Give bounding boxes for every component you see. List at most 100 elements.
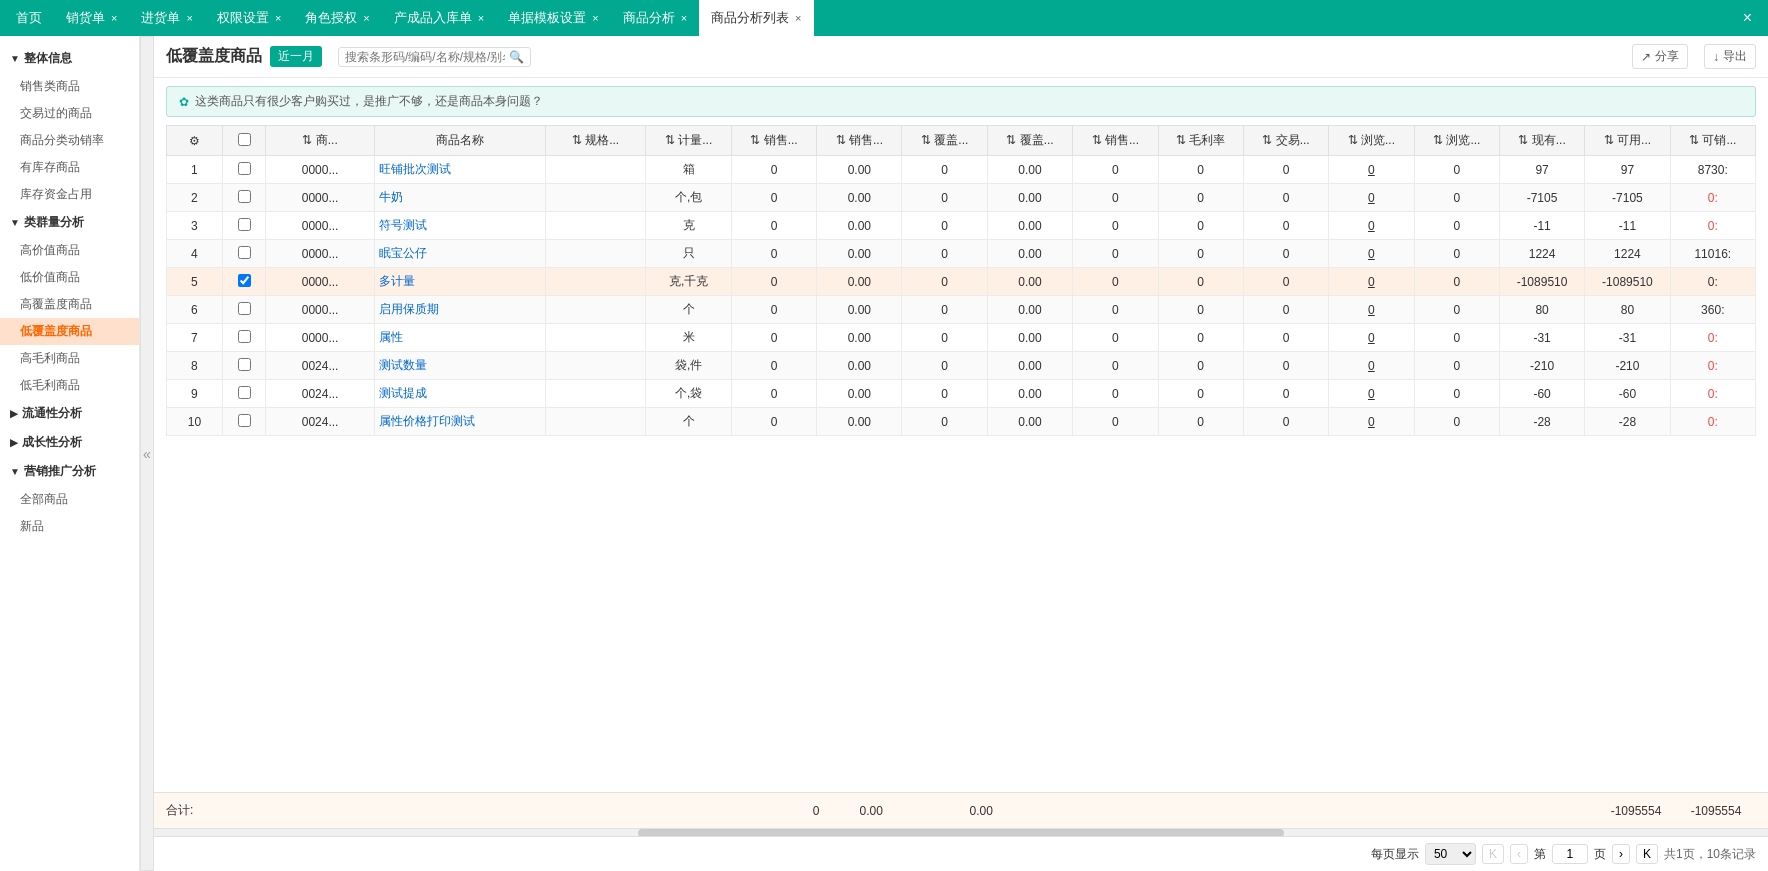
- page-number-input[interactable]: [1552, 844, 1588, 864]
- row-checkbox[interactable]: [238, 246, 251, 259]
- row-checkbox[interactable]: [238, 358, 251, 371]
- prev-first-button[interactable]: K: [1482, 844, 1504, 864]
- sidebar-group-overall[interactable]: ▼ 整体信息: [0, 44, 139, 73]
- th-trade-qty[interactable]: ⇅ 交易...: [1243, 126, 1328, 156]
- horizontal-scrollbar[interactable]: [154, 828, 1768, 836]
- cell-browse-link[interactable]: 0: [1329, 212, 1414, 240]
- select-all-checkbox[interactable]: [238, 133, 251, 146]
- th-cover-qty[interactable]: ⇅ 覆盖...: [902, 126, 987, 156]
- th-gross-rate[interactable]: ⇅ 毛利率: [1158, 126, 1243, 156]
- th-sales-days[interactable]: ⇅ 销售...: [1073, 126, 1158, 156]
- nav-goods-close[interactable]: ×: [681, 12, 687, 24]
- th-sales-qty[interactable]: ⇅ 销售...: [731, 126, 816, 156]
- th-saleable[interactable]: ⇅ 可销...: [1670, 126, 1755, 156]
- th-spec[interactable]: ⇅ 规格...: [545, 126, 646, 156]
- cell-name[interactable]: 启用保质期: [374, 296, 545, 324]
- th-name[interactable]: 商品名称: [374, 126, 545, 156]
- next-last-button[interactable]: K: [1636, 844, 1658, 864]
- nav-template-close[interactable]: ×: [592, 12, 598, 24]
- sidebar-item-stock-capital[interactable]: 库存资金占用: [0, 181, 139, 208]
- cell-name[interactable]: 符号测试: [374, 212, 545, 240]
- settings-icon[interactable]: ⚙: [189, 134, 200, 148]
- prev-button[interactable]: ‹: [1510, 844, 1528, 864]
- th-cover-rate[interactable]: ⇅ 覆盖...: [987, 126, 1072, 156]
- sidebar-group-liquidity[interactable]: ▶ 流通性分析: [0, 399, 139, 428]
- row-checkbox[interactable]: [238, 190, 251, 203]
- nav-purchase-order[interactable]: 进货单 ×: [129, 0, 204, 36]
- next-button[interactable]: ›: [1612, 844, 1630, 864]
- th-code[interactable]: ⇅ 商...: [266, 126, 375, 156]
- cell-browse-link[interactable]: 0: [1329, 296, 1414, 324]
- nav-home[interactable]: 首页: [4, 0, 54, 36]
- th-browse-num[interactable]: ⇅ 浏览...: [1414, 126, 1499, 156]
- cell-browse-link[interactable]: 0: [1329, 268, 1414, 296]
- sidebar-item-high-margin[interactable]: 高毛利商品: [0, 345, 139, 372]
- row-checkbox[interactable]: [238, 414, 251, 427]
- search-input[interactable]: [345, 50, 505, 64]
- sidebar-item-sales-goods[interactable]: 销售类商品: [0, 73, 139, 100]
- cell-browse-link[interactable]: 0: [1329, 408, 1414, 436]
- cell-name[interactable]: 属性价格打印测试: [374, 408, 545, 436]
- cell-browse-link[interactable]: 0: [1329, 380, 1414, 408]
- cell-name[interactable]: 测试提成: [374, 380, 545, 408]
- browse-link[interactable]: 0: [1368, 415, 1375, 429]
- sidebar-group-growth[interactable]: ▶ 成长性分析: [0, 428, 139, 457]
- cell-browse-link[interactable]: 0: [1329, 240, 1414, 268]
- th-stock[interactable]: ⇅ 现有...: [1499, 126, 1584, 156]
- nav-permission[interactable]: 权限设置 ×: [205, 0, 293, 36]
- cell-browse-link[interactable]: 0: [1329, 184, 1414, 212]
- sidebar-item-traded-goods[interactable]: 交易过的商品: [0, 100, 139, 127]
- cell-browse-link[interactable]: 0: [1329, 324, 1414, 352]
- sidebar-item-low-value[interactable]: 低价值商品: [0, 264, 139, 291]
- sidebar-group-marketing[interactable]: ▼ 营销推广分析: [0, 457, 139, 486]
- row-checkbox[interactable]: [238, 330, 251, 343]
- browse-link[interactable]: 0: [1368, 247, 1375, 261]
- browse-link[interactable]: 0: [1368, 331, 1375, 345]
- sidebar-item-low-margin[interactable]: 低毛利商品: [0, 372, 139, 399]
- nav-template-settings[interactable]: 单据模板设置 ×: [496, 0, 610, 36]
- sidebar-item-high-value[interactable]: 高价值商品: [0, 237, 139, 264]
- th-available[interactable]: ⇅ 可用...: [1585, 126, 1670, 156]
- nav-goods-analysis-list[interactable]: 商品分析列表 ×: [699, 0, 813, 36]
- sidebar-item-low-coverage[interactable]: 低覆盖度商品: [0, 318, 139, 345]
- th-unit[interactable]: ⇅ 计量...: [646, 126, 731, 156]
- sidebar-item-all-goods[interactable]: 全部商品: [0, 486, 139, 513]
- cell-name[interactable]: 多计量: [374, 268, 545, 296]
- cell-name[interactable]: 旺铺批次测试: [374, 156, 545, 184]
- nav-purchase-close[interactable]: ×: [186, 12, 192, 24]
- cell-name[interactable]: 眠宝公仔: [374, 240, 545, 268]
- row-checkbox[interactable]: [238, 274, 251, 287]
- row-checkbox[interactable]: [238, 162, 251, 175]
- nav-goods-analysis[interactable]: 商品分析 ×: [611, 0, 699, 36]
- row-checkbox[interactable]: [238, 302, 251, 315]
- cell-name[interactable]: 测试数量: [374, 352, 545, 380]
- sidebar-item-high-coverage[interactable]: 高覆盖度商品: [0, 291, 139, 318]
- search-icon[interactable]: 🔍: [509, 50, 524, 64]
- browse-link[interactable]: 0: [1368, 163, 1375, 177]
- browse-link[interactable]: 0: [1368, 303, 1375, 317]
- nav-role-close[interactable]: ×: [363, 12, 369, 24]
- cell-browse-link[interactable]: 0: [1329, 352, 1414, 380]
- sidebar-item-category-rate[interactable]: 商品分类动销率: [0, 127, 139, 154]
- th-browse-link[interactable]: ⇅ 浏览...: [1329, 126, 1414, 156]
- row-checkbox[interactable]: [238, 218, 251, 231]
- nav-sales-close[interactable]: ×: [111, 12, 117, 24]
- browse-link[interactable]: 0: [1368, 219, 1375, 233]
- browse-link[interactable]: 0: [1368, 387, 1375, 401]
- nav-role-auth[interactable]: 角色授权 ×: [293, 0, 381, 36]
- cell-name[interactable]: 属性: [374, 324, 545, 352]
- browse-link[interactable]: 0: [1368, 191, 1375, 205]
- page-size-select[interactable]: 50 20 100: [1425, 843, 1476, 865]
- nav-sales-order[interactable]: 销货单 ×: [54, 0, 129, 36]
- row-checkbox[interactable]: [238, 386, 251, 399]
- browse-link[interactable]: 0: [1368, 275, 1375, 289]
- time-filter-button[interactable]: 近一月: [270, 46, 322, 67]
- share-button[interactable]: ↗ 分享: [1632, 44, 1688, 69]
- sidebar-item-in-stock[interactable]: 有库存商品: [0, 154, 139, 181]
- nav-product-inbound[interactable]: 产成品入库单 ×: [382, 0, 496, 36]
- sidebar-collapse-button[interactable]: «: [140, 36, 154, 871]
- cell-browse-link[interactable]: 0: [1329, 156, 1414, 184]
- sidebar-group-cluster[interactable]: ▼ 类群量分析: [0, 208, 139, 237]
- nav-product-close[interactable]: ×: [478, 12, 484, 24]
- th-sales-amt[interactable]: ⇅ 销售...: [817, 126, 902, 156]
